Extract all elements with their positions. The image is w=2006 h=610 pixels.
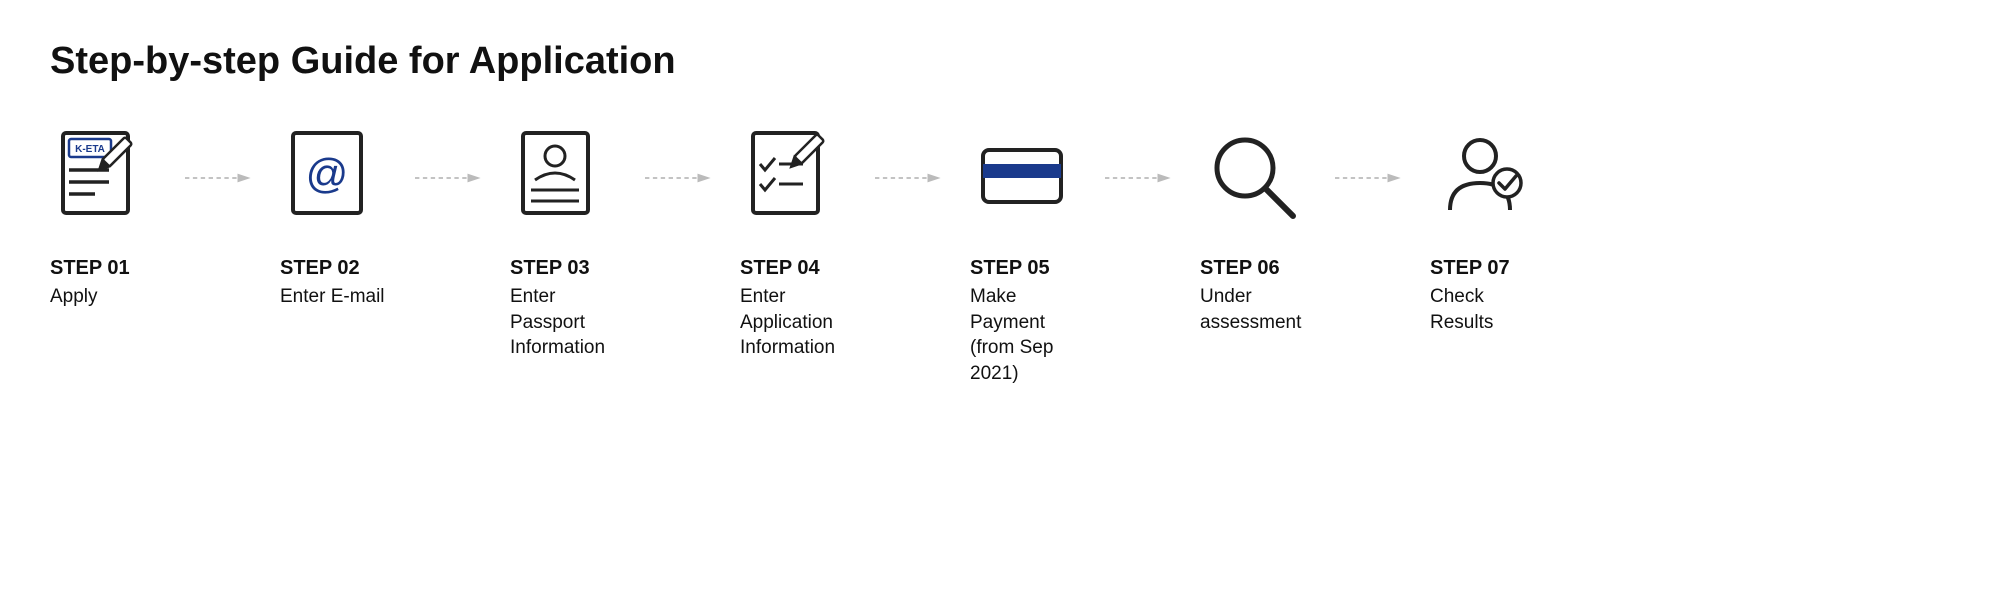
svg-text:@: @ <box>306 150 349 197</box>
step-05: STEP 05 Make Payment (from Sep 2021) <box>970 123 1200 387</box>
arrow-01 <box>160 168 280 188</box>
arrow-04 <box>850 168 970 188</box>
step-07: STEP 07 Check Results <box>1430 123 1630 335</box>
step-04-icon <box>740 123 850 233</box>
step-05-icon <box>970 123 1080 233</box>
step-02-icon: @ <box>280 123 390 233</box>
arrow-06 <box>1310 168 1430 188</box>
step-02: @ STEP 02 Enter E-mail <box>280 123 510 310</box>
step-06-label: STEP 06 Under assessment <box>1200 257 1301 335</box>
arrow-05 <box>1080 168 1200 188</box>
step-01-icon: K-ETA <box>50 123 160 233</box>
step-04: STEP 04 Enter Application Information <box>740 123 970 361</box>
step-01-label: STEP 01 Apply <box>50 257 130 310</box>
step-07-label: STEP 07 Check Results <box>1430 257 1510 335</box>
page-title: Step-by-step Guide for Application <box>50 40 1956 83</box>
step-05-label: STEP 05 Make Payment (from Sep 2021) <box>970 257 1053 387</box>
step-03: STEP 03 Enter Passport Information <box>510 123 740 361</box>
step-06: STEP 06 Under assessment <box>1200 123 1430 335</box>
step-07-icon <box>1430 123 1540 233</box>
step-01: K-ETA STEP <box>50 123 280 310</box>
steps-container: K-ETA STEP <box>50 123 1956 387</box>
step-03-icon <box>510 123 620 233</box>
arrow-03 <box>620 168 740 188</box>
arrow-02 <box>390 168 510 188</box>
step-06-icon <box>1200 123 1310 233</box>
step-03-label: STEP 03 Enter Passport Information <box>510 257 605 361</box>
svg-text:K-ETA: K-ETA <box>75 144 105 155</box>
step-04-label: STEP 04 Enter Application Information <box>740 257 835 361</box>
step-02-label: STEP 02 Enter E-mail <box>280 257 385 310</box>
